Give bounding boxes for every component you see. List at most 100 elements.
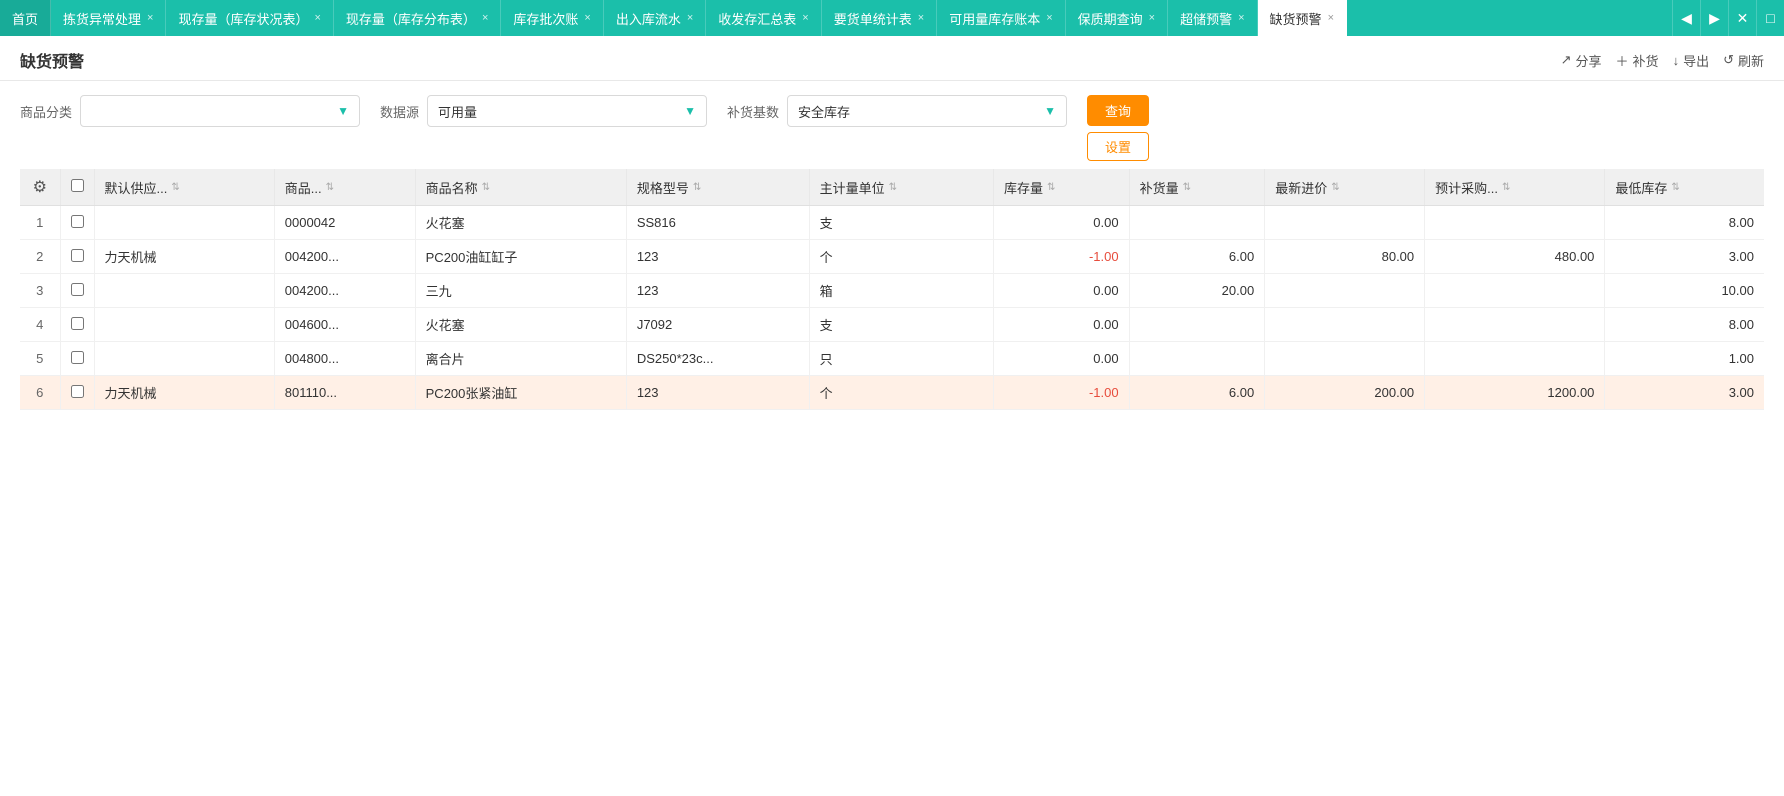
replenish-btn[interactable]: ＋ 补货 (1616, 51, 1659, 70)
datasource-arrow-icon: ▼ (684, 104, 696, 118)
row-num-3: 4 (20, 308, 60, 342)
tab-batch-account[interactable]: 库存批次账 × (501, 0, 603, 36)
cell-unit-5: 个 (809, 376, 993, 410)
table-row: 5 004800... 离合片 DS250*23c... 只 0.00 1.00 (20, 342, 1764, 376)
select-all-checkbox[interactable] (71, 179, 84, 192)
tab-available-ledger[interactable]: 可用量库存账本 × (937, 0, 1065, 36)
cell-min-stock-4: 1.00 (1605, 342, 1764, 376)
col-stock[interactable]: 库存量 ⇅ (993, 169, 1129, 206)
cell-price-2 (1265, 274, 1425, 308)
cell-code-1: 004200... (274, 240, 415, 274)
share-icon: ↗ (1561, 52, 1572, 68)
col-est-purchase[interactable]: 预计采购... ⇅ (1425, 169, 1605, 206)
replenish-select[interactable]: 安全库存 ▼ (787, 95, 1067, 127)
export-btn[interactable]: ↓ 导出 (1673, 51, 1710, 70)
cell-code-5: 801110... (274, 376, 415, 410)
settings-button[interactable]: 设置 (1087, 132, 1149, 161)
refresh-btn[interactable]: ↺ 刷新 (1723, 51, 1764, 70)
cell-stock-3: 0.00 (993, 308, 1129, 342)
cell-supplier-3 (94, 308, 274, 342)
tab-inout-flow-close[interactable]: × (687, 12, 693, 24)
tab-expand-btn[interactable]: □ (1756, 0, 1784, 36)
col-latest-price[interactable]: 最新进价 ⇅ (1265, 169, 1425, 206)
tab-receipt-summary[interactable]: 收发存汇总表 × (706, 0, 821, 36)
tab-shortage-warning-close[interactable]: × (1328, 12, 1334, 24)
col-default-supplier[interactable]: 默认供应... ⇅ (94, 169, 274, 206)
row-checkbox-3[interactable] (60, 308, 94, 342)
tab-batch-account-close[interactable]: × (584, 12, 590, 24)
cell-min-stock-3: 8.00 (1605, 308, 1764, 342)
cell-spec-3: J7092 (626, 308, 809, 342)
table-row: 3 004200... 三九 123 箱 0.00 20.00 10.00 (20, 274, 1764, 308)
tab-prev-btn[interactable]: ◀ (1672, 0, 1700, 36)
share-btn[interactable]: ↗ 分享 (1561, 51, 1602, 70)
row-checkbox-5[interactable] (60, 376, 94, 410)
cell-supplier-1: 力天机械 (94, 240, 274, 274)
filter-bar: 商品分类 ▼ 数据源 可用量 ▼ 补货基数 安全库存 ▼ 查询 设置 (0, 81, 1784, 169)
row-checkbox-2[interactable] (60, 274, 94, 308)
cell-est-purchase-2 (1425, 274, 1605, 308)
table-wrap: ⚙ 默认供应... ⇅ 商品... ⇅ (0, 169, 1784, 410)
cell-est-purchase-3 (1425, 308, 1605, 342)
filter-group-replenish: 补货基数 安全库存 ▼ (727, 95, 1067, 127)
tab-shortage-warning[interactable]: 缺货预警 × (1258, 0, 1347, 36)
col-product-name[interactable]: 商品名称 ⇅ (415, 169, 626, 206)
col-unit[interactable]: 主计量单位 ⇅ (809, 169, 993, 206)
tab-home[interactable]: 首页 (0, 0, 51, 36)
tab-overstock-warning-close[interactable]: × (1238, 12, 1244, 24)
cell-price-5: 200.00 (1265, 376, 1425, 410)
cell-spec-2: 123 (626, 274, 809, 308)
datasource-select[interactable]: 可用量 ▼ (427, 95, 707, 127)
gear-settings-btn[interactable]: ⚙ (33, 177, 47, 197)
tab-order-stats[interactable]: 要货单统计表 × (822, 0, 937, 36)
cell-price-1: 80.00 (1265, 240, 1425, 274)
tab-receipt-summary-close[interactable]: × (802, 12, 808, 24)
tab-expiry-query-close[interactable]: × (1149, 12, 1155, 24)
row-checkbox-0[interactable] (60, 206, 94, 240)
sort-icon-stock: ⇅ (1047, 182, 1055, 193)
tab-exception[interactable]: 拣货异常处理 × (51, 0, 166, 36)
export-icon: ↓ (1673, 53, 1680, 68)
col-replenish-qty[interactable]: 补货量 ⇅ (1129, 169, 1265, 206)
cell-min-stock-5: 3.00 (1605, 376, 1764, 410)
row-checkbox-1[interactable] (60, 240, 94, 274)
row-num-1: 2 (20, 240, 60, 274)
cell-replenish-1: 6.00 (1129, 240, 1265, 274)
cell-stock-0: 0.00 (993, 206, 1129, 240)
tab-inventory-dist-close[interactable]: × (482, 12, 488, 24)
tab-inventory-dist[interactable]: 现存量（库存分布表） × (334, 0, 501, 36)
cell-name-2: 三九 (415, 274, 626, 308)
cell-spec-1: 123 (626, 240, 809, 274)
cell-code-2: 004200... (274, 274, 415, 308)
tab-available-ledger-close[interactable]: × (1046, 12, 1052, 24)
sort-icon-replenish: ⇅ (1183, 182, 1191, 193)
tab-nav-controls: ◀ ▶ ✕ □ (1672, 0, 1784, 36)
tab-overstock-warning[interactable]: 超储预警 × (1168, 0, 1257, 36)
table-row: 1 0000042 火花塞 SS816 支 0.00 8.00 (20, 206, 1764, 240)
page-header: 缺货预警 ↗ 分享 ＋ 补货 ↓ 导出 ↺ 刷新 (0, 36, 1784, 81)
col-gear[interactable]: ⚙ (20, 169, 60, 206)
cell-replenish-3 (1129, 308, 1265, 342)
tab-order-stats-close[interactable]: × (918, 12, 924, 24)
tab-close-all-btn[interactable]: ✕ (1728, 0, 1756, 36)
tab-exception-close[interactable]: × (147, 12, 153, 24)
header-actions: ↗ 分享 ＋ 补货 ↓ 导出 ↺ 刷新 (1561, 51, 1764, 70)
tab-bar: 首页 拣货异常处理 × 现存量（库存状况表） × 现存量（库存分布表） × 库存… (0, 0, 1784, 36)
sort-icon-spec: ⇅ (693, 182, 701, 193)
filter-group-category: 商品分类 ▼ (20, 95, 360, 127)
col-product-code[interactable]: 商品... ⇅ (274, 169, 415, 206)
cell-price-4 (1265, 342, 1425, 376)
tab-next-btn[interactable]: ▶ (1700, 0, 1728, 36)
col-spec[interactable]: 规格型号 ⇅ (626, 169, 809, 206)
query-button[interactable]: 查询 (1087, 95, 1149, 126)
col-checkbox[interactable] (60, 169, 94, 206)
tab-inout-flow[interactable]: 出入库流水 × (604, 0, 706, 36)
row-num-4: 5 (20, 342, 60, 376)
col-min-stock[interactable]: 最低库存 ⇅ (1605, 169, 1764, 206)
tab-expiry-query[interactable]: 保质期查询 × (1066, 0, 1168, 36)
tab-inventory-status[interactable]: 现存量（库存状况表） × (166, 0, 333, 36)
category-select[interactable]: ▼ (80, 95, 360, 127)
row-checkbox-4[interactable] (60, 342, 94, 376)
cell-unit-3: 支 (809, 308, 993, 342)
tab-inventory-status-close[interactable]: × (314, 12, 320, 24)
